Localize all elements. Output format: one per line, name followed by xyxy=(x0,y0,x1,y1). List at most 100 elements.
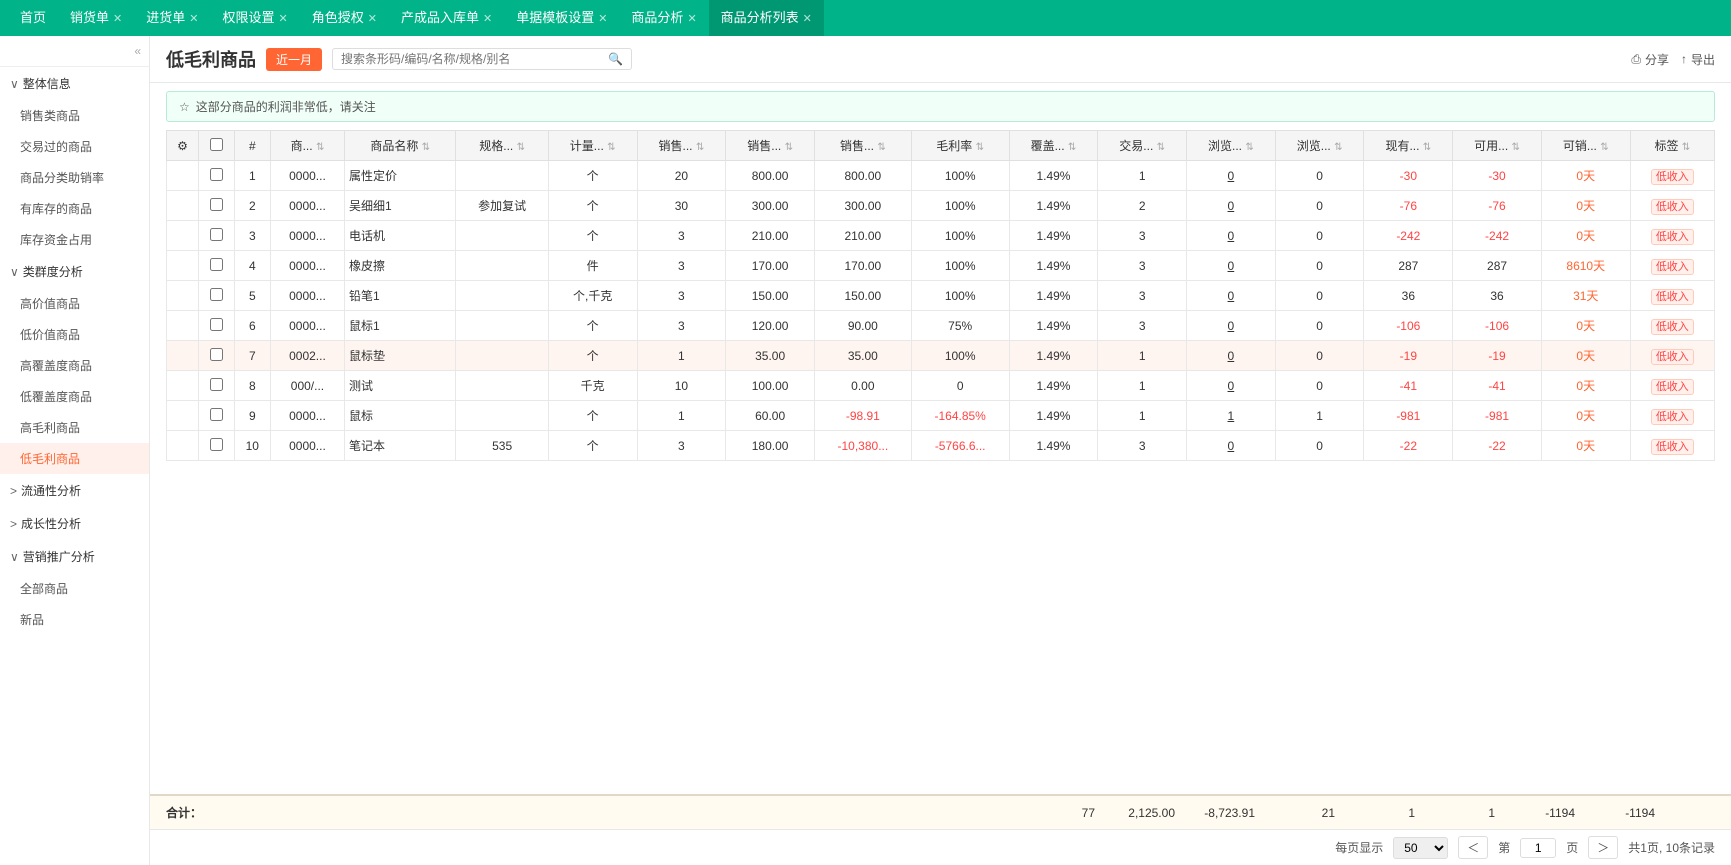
nav-close-icon[interactable]: ✕ xyxy=(483,13,492,25)
select-all-checkbox[interactable] xyxy=(210,138,223,151)
col-sales-price[interactable]: 销售... ⇅ xyxy=(726,131,815,161)
prev-page-button[interactable]: ＜ xyxy=(1458,836,1488,859)
col-settings[interactable]: ⚙ xyxy=(167,131,199,161)
nav-item-首页[interactable]: 首页 xyxy=(8,0,58,36)
nav-close-icon[interactable]: ✕ xyxy=(189,13,198,25)
table-container[interactable]: ⚙ # 商... ⇅ 商品名称 ⇅ 规格... ⇅ 计量... ⇅ 销售... … xyxy=(150,130,1731,794)
cell-browse1[interactable]: 0 xyxy=(1187,371,1276,401)
cell-checkbox[interactable] xyxy=(199,401,235,431)
cell-checkbox[interactable] xyxy=(199,341,235,371)
row-checkbox[interactable] xyxy=(210,408,223,421)
nav-close-icon[interactable]: ✕ xyxy=(368,13,377,25)
row-checkbox[interactable] xyxy=(210,198,223,211)
cell-checkbox[interactable] xyxy=(199,161,235,191)
col-code[interactable]: 商... ⇅ xyxy=(270,131,344,161)
nav-close-icon[interactable]: ✕ xyxy=(803,13,812,25)
cell-checkbox[interactable] xyxy=(199,221,235,251)
cell-browse1[interactable]: 0 xyxy=(1187,221,1276,251)
sidebar-collapse-button[interactable]: « xyxy=(0,36,149,67)
col-name[interactable]: 商品名称 ⇅ xyxy=(345,131,456,161)
sidebar-item-全部商品[interactable]: 全部商品 xyxy=(0,573,149,604)
page-number-input[interactable] xyxy=(1520,838,1556,858)
row-checkbox[interactable] xyxy=(210,378,223,391)
cell-browse1[interactable]: 0 xyxy=(1187,251,1276,281)
row-checkbox[interactable] xyxy=(210,438,223,451)
sidebar-group-整体信息[interactable]: ∨整体信息 xyxy=(0,67,149,100)
cell-browse1[interactable]: 1 xyxy=(1187,401,1276,431)
nav-close-icon[interactable]: ✕ xyxy=(598,13,607,25)
row-checkbox[interactable] xyxy=(210,228,223,241)
sidebar-group-营销推广分析[interactable]: ∨营销推广分析 xyxy=(0,540,149,573)
col-checkbox[interactable] xyxy=(199,131,235,161)
cell-checkbox[interactable] xyxy=(199,431,235,461)
sidebar-item-库存资金占用[interactable]: 库存资金占用 xyxy=(0,224,149,255)
col-available-stock[interactable]: 可用... ⇅ xyxy=(1453,131,1542,161)
sidebar-group-类群度分析[interactable]: ∨类群度分析 xyxy=(0,255,149,288)
col-saleable[interactable]: 可销... ⇅ xyxy=(1541,131,1630,161)
row-checkbox[interactable] xyxy=(210,168,223,181)
cell-checkbox[interactable] xyxy=(199,371,235,401)
cell-checkbox[interactable] xyxy=(199,281,235,311)
cell-browse1[interactable]: 0 xyxy=(1187,341,1276,371)
sidebar-group-流通性分析[interactable]: >流通性分析 xyxy=(0,474,149,507)
sidebar-item-低价值商品[interactable]: 低价值商品 xyxy=(0,319,149,350)
col-browse2[interactable]: 浏览... ⇅ xyxy=(1275,131,1364,161)
nav-item-产成品入库单[interactable]: 产成品入库单✕ xyxy=(389,0,504,36)
share-icon: ⎙ xyxy=(1631,52,1641,67)
row-checkbox[interactable] xyxy=(210,348,223,361)
row-checkbox[interactable] xyxy=(210,318,223,331)
sidebar-group-成长性分析[interactable]: >成长性分析 xyxy=(0,507,149,540)
cell-browse1[interactable]: 0 xyxy=(1187,281,1276,311)
nav-item-角色授权[interactable]: 角色授权✕ xyxy=(300,0,389,36)
filter-period-button[interactable]: 近一月 xyxy=(266,48,322,71)
search-input[interactable] xyxy=(341,52,608,66)
cell-browse1[interactable]: 0 xyxy=(1187,431,1276,461)
col-transaction[interactable]: 交易... ⇅ xyxy=(1098,131,1187,161)
share-button[interactable]: ⎙ 分享 xyxy=(1631,51,1669,68)
nav-item-商品分析列表[interactable]: 商品分析列表✕ xyxy=(709,0,824,36)
sidebar-item-高价值商品[interactable]: 高价值商品 xyxy=(0,288,149,319)
top-nav: 首页销货单✕进货单✕权限设置✕角色授权✕产成品入库单✕单据模板设置✕商品分析✕商… xyxy=(0,0,1731,36)
sidebar-item-高毛利商品[interactable]: 高毛利商品 xyxy=(0,412,149,443)
col-coverage[interactable]: 覆盖... ⇅ xyxy=(1009,131,1098,161)
sidebar-item-商品分类助销率[interactable]: 商品分类助销率 xyxy=(0,162,149,193)
cell-tag: 低收入 xyxy=(1630,401,1714,431)
next-page-button[interactable]: ＞ xyxy=(1588,836,1618,859)
sidebar-item-低覆盖度商品[interactable]: 低覆盖度商品 xyxy=(0,381,149,412)
col-spec[interactable]: 规格... ⇅ xyxy=(456,131,548,161)
export-button[interactable]: ↑ 导出 xyxy=(1681,51,1715,68)
col-current-stock[interactable]: 现有... ⇅ xyxy=(1364,131,1453,161)
nav-close-icon[interactable]: ✕ xyxy=(279,13,288,25)
sidebar-item-有库存的商品[interactable]: 有库存的商品 xyxy=(0,193,149,224)
nav-item-进货单[interactable]: 进货单✕ xyxy=(134,0,210,36)
search-icon[interactable]: 🔍 xyxy=(608,52,623,66)
sidebar-item-交易过的商品[interactable]: 交易过的商品 xyxy=(0,131,149,162)
nav-item-商品分析[interactable]: 商品分析✕ xyxy=(619,0,708,36)
nav-item-销货单[interactable]: 销货单✕ xyxy=(58,0,134,36)
sidebar-item-低毛利商品[interactable]: 低毛利商品 xyxy=(0,443,149,474)
cell-checkbox[interactable] xyxy=(199,191,235,221)
nav-close-icon[interactable]: ✕ xyxy=(113,13,122,25)
cell-browse1[interactable]: 0 xyxy=(1187,191,1276,221)
col-sales-amount[interactable]: 销售... ⇅ xyxy=(814,131,911,161)
row-checkbox[interactable] xyxy=(210,288,223,301)
col-sales-qty[interactable]: 销售... ⇅ xyxy=(637,131,726,161)
cell-browse1[interactable]: 0 xyxy=(1187,161,1276,191)
sidebar-item-新品[interactable]: 新品 xyxy=(0,604,149,635)
cell-checkbox[interactable] xyxy=(199,251,235,281)
per-page-select[interactable]: 50 10 20 100 xyxy=(1393,837,1448,859)
cell-unit: 个,千克 xyxy=(548,281,637,311)
cell-checkbox[interactable] xyxy=(199,311,235,341)
cell-browse1[interactable]: 0 xyxy=(1187,311,1276,341)
col-browse1[interactable]: 浏览... ⇅ xyxy=(1187,131,1276,161)
nav-item-权限设置[interactable]: 权限设置✕ xyxy=(210,0,299,36)
sidebar-item-高覆盖度商品[interactable]: 高覆盖度商品 xyxy=(0,350,149,381)
col-tag[interactable]: 标签 ⇅ xyxy=(1630,131,1714,161)
col-gross-margin[interactable]: 毛利率 ⇅ xyxy=(911,131,1009,161)
nav-close-icon[interactable]: ✕ xyxy=(687,13,696,25)
table-row: 10 0000... 笔记本 535 个 3 180.00 -10,380...… xyxy=(167,431,1715,461)
sidebar-item-销售类商品[interactable]: 销售类商品 xyxy=(0,100,149,131)
nav-item-单据模板设置[interactable]: 单据模板设置✕ xyxy=(504,0,619,36)
col-unit[interactable]: 计量... ⇅ xyxy=(548,131,637,161)
row-checkbox[interactable] xyxy=(210,258,223,271)
